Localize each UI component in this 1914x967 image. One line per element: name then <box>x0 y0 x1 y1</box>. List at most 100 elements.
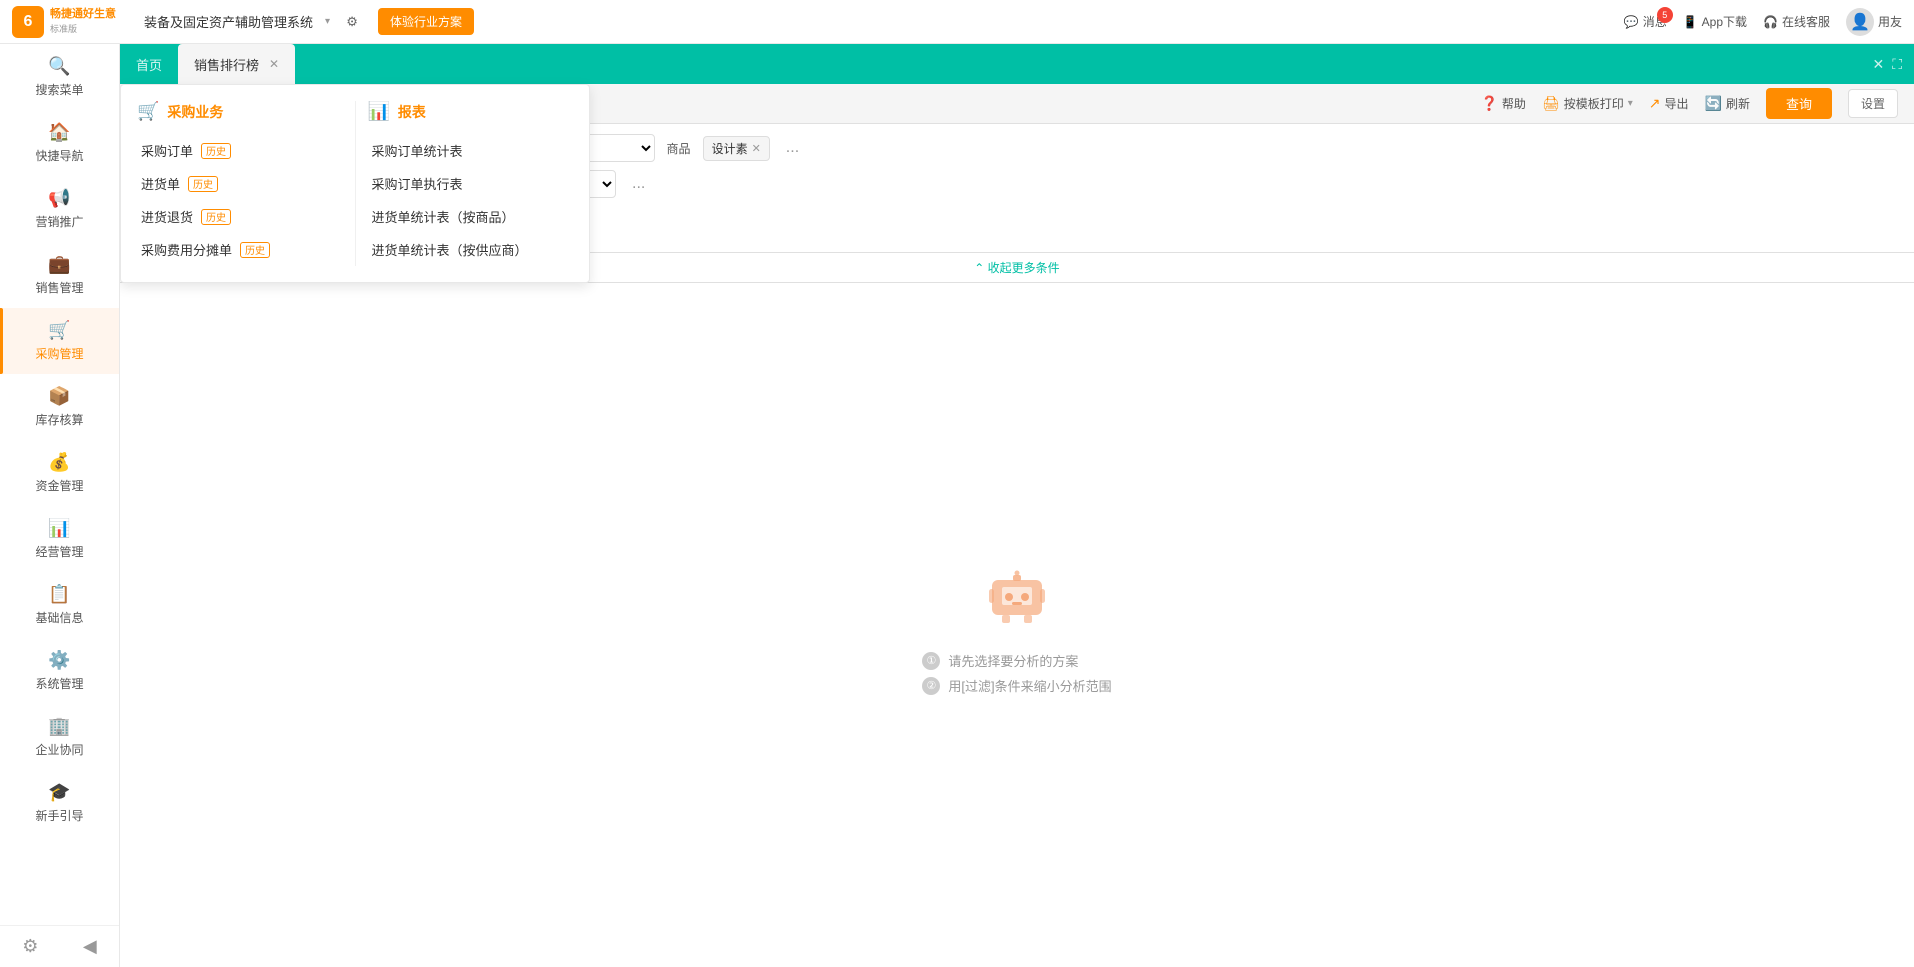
help-action[interactable]: ❓ 帮助 <box>1480 95 1525 112</box>
dropdown-item-purchase-fee[interactable]: 采购费用分摊单 历史 <box>137 233 343 266</box>
purchase-order-history-badge[interactable]: 历史 <box>201 143 231 159</box>
print-dropdown-icon[interactable]: ▾ <box>1628 98 1633 109</box>
notification-item[interactable]: 💬 消息 5 <box>1624 13 1667 30</box>
sidebar: 🔍 搜索菜单 🏠 快捷导航 📢 营销推广 💼 销售管理 🛒 采购管理 📦 库存核… <box>0 44 120 967</box>
newbie-icon: 🎓 <box>48 782 70 803</box>
help-icon: ❓ <box>1480 95 1497 112</box>
dropdown-item-goods-receipt[interactable]: 进货单 历史 <box>137 167 343 200</box>
refresh-icon: 🔄 <box>1705 95 1722 112</box>
export-action[interactable]: ↗ 导出 <box>1649 95 1689 112</box>
content-area: 首页 销售排行榜 ✕ ✕ ⛶ ❓ 帮助 🖨 按模板打印 ▾ <box>120 44 1914 967</box>
home-icon: 🏠 <box>48 122 70 143</box>
sidebar-collapse-button[interactable]: ◀ <box>83 936 97 957</box>
export-label: 导出 <box>1665 95 1689 112</box>
sales-icon: 💼 <box>48 254 70 275</box>
sidebar-item-sales[interactable]: 💼 销售管理 <box>0 242 119 308</box>
dropdown-item-goods-stat-by-goods[interactable]: 进货单统计表（按商品） <box>368 200 574 233</box>
goods-ellipsis[interactable]: ... <box>782 139 803 157</box>
purchase-fee-history-badge[interactable]: 历史 <box>240 242 270 258</box>
print-action[interactable]: 🖨 按模板打印 ▾ <box>1542 95 1633 112</box>
sidebar-item-purchase[interactable]: 🛒 采购管理 <box>0 308 119 374</box>
sidebar-item-inventory[interactable]: 📦 库存核算 <box>0 374 119 440</box>
system-settings-icon[interactable]: ⚙ <box>338 8 366 36</box>
sidebar-item-enterprise[interactable]: 🏢 企业协同 <box>0 704 119 770</box>
export-icon: ↗ <box>1649 95 1661 112</box>
tab-sales-ranking[interactable]: 销售排行榜 ✕ <box>178 44 295 84</box>
online-service-item[interactable]: 🎧 在线客服 <box>1763 13 1830 30</box>
industry-button[interactable]: 体验行业方案 <box>378 8 474 35</box>
empty-illustration <box>977 555 1057 635</box>
sidebar-item-quick-nav[interactable]: 🏠 快捷导航 <box>0 110 119 176</box>
main-content: ① 请先选择要分析的方案 ② 用[过滤]条件来缩小分析范围 <box>120 283 1914 967</box>
sidebar-label-operations: 经营管理 <box>35 543 83 560</box>
refresh-action[interactable]: 🔄 刷新 <box>1705 95 1750 112</box>
tab-close-all-icon[interactable]: ✕ <box>1872 56 1884 73</box>
logo-text-area: 畅捷通好生意 标准版 <box>50 8 116 34</box>
salesman-ellipsis[interactable]: ... <box>628 175 649 193</box>
goods-tag-close[interactable]: ✕ <box>752 142 761 155</box>
sidebar-label-marketing: 营销推广 <box>35 213 83 230</box>
system-icon: ⚙️ <box>48 650 70 671</box>
sidebar-item-marketing[interactable]: 📢 营销推广 <box>0 176 119 242</box>
tip-number-2: ② <box>922 677 940 695</box>
tip-text-1: 请先选择要分析的方案 <box>948 651 1078 670</box>
sidebar-label-enterprise: 企业协同 <box>35 741 83 758</box>
sidebar-label-finance: 资金管理 <box>35 477 83 494</box>
marketing-icon: 📢 <box>48 188 70 209</box>
refresh-label: 刷新 <box>1726 95 1750 112</box>
mobile-icon: 📱 <box>1683 15 1698 29</box>
top-header: 6 畅捷通好生意 标准版 装备及固定资产辅助管理系统 ▾ ⚙ 体验行业方案 💬 … <box>0 0 1914 44</box>
sidebar-item-finance[interactable]: 💰 资金管理 <box>0 440 119 506</box>
finance-icon: 💰 <box>48 452 70 473</box>
message-icon: 💬 <box>1624 15 1639 29</box>
dropdown-item-goods-stat-by-supplier[interactable]: 进货单统计表（按供应商） <box>368 233 574 266</box>
dropdown-menu: 🛒 采购业务 采购订单 历史 进货单 历史 进货退货 历史 <box>120 84 590 283</box>
settings-small-button[interactable]: 设置 <box>1848 89 1898 118</box>
system-title-dropdown-icon[interactable]: ▾ <box>325 16 330 27</box>
sidebar-item-operations[interactable]: 📊 经营管理 <box>0 506 119 572</box>
goods-stat-by-goods-label: 进货单统计表（按商品） <box>372 207 515 226</box>
logo-area: 6 畅捷通好生意 标准版 <box>12 6 132 38</box>
sidebar-label-purchase: 采购管理 <box>35 345 83 362</box>
sidebar-label-inventory: 库存核算 <box>35 411 83 428</box>
tab-maximize-icon[interactable]: ⛶ <box>1892 56 1902 73</box>
logo-main: 畅捷通好生意 <box>50 8 116 21</box>
purchase-order-exec-label: 采购订单执行表 <box>372 174 463 193</box>
dropdown-item-goods-return[interactable]: 进货退货 历史 <box>137 200 343 233</box>
sidebar-item-system[interactable]: ⚙️ 系统管理 <box>0 638 119 704</box>
dropdown-purchase-header: 🛒 采购业务 <box>137 101 343 122</box>
dropdown-item-purchase-order[interactable]: 采购订单 历史 <box>137 134 343 167</box>
sidebar-item-newbie[interactable]: 🎓 新手引导 <box>0 770 119 836</box>
tip-number-1: ① <box>922 652 940 670</box>
dropdown-item-purchase-order-stat[interactable]: 采购订单统计表 <box>368 134 574 167</box>
goods-return-history-badge[interactable]: 历史 <box>201 209 231 225</box>
tab-bar: 首页 销售排行榜 ✕ ✕ ⛶ <box>120 44 1914 84</box>
purchase-header-title: 采购业务 <box>167 102 223 122</box>
operations-icon: 📊 <box>48 518 70 539</box>
tab-sales-ranking-close[interactable]: ✕ <box>269 57 279 71</box>
user-item[interactable]: 👤 用友 <box>1846 8 1902 36</box>
empty-state: ① 请先选择要分析的方案 ② 用[过滤]条件来缩小分析范围 <box>922 555 1111 695</box>
app-download-item[interactable]: 📱 App下载 <box>1683 13 1747 30</box>
goods-label: 商品 <box>667 140 691 157</box>
app-download-label: App下载 <box>1702 13 1747 30</box>
sidebar-settings-button[interactable]: ⚙ <box>22 936 38 957</box>
header-actions: 💬 消息 5 📱 App下载 🎧 在线客服 👤 用友 <box>1624 8 1902 36</box>
purchase-fee-label: 采购费用分摊单 <box>141 240 232 259</box>
logo-icon: 6 <box>12 6 44 38</box>
sidebar-label-search: 搜索菜单 <box>35 81 83 98</box>
sidebar-label-quick-nav: 快捷导航 <box>35 147 83 164</box>
sidebar-item-basic-info[interactable]: 📋 基础信息 <box>0 572 119 638</box>
query-button[interactable]: 查询 <box>1766 88 1832 119</box>
sidebar-label-basic-info: 基础信息 <box>35 609 83 626</box>
purchase-icon: 🛒 <box>48 320 70 341</box>
dropdown-item-purchase-order-exec[interactable]: 采购订单执行表 <box>368 167 574 200</box>
goods-receipt-history-badge[interactable]: 历史 <box>188 176 218 192</box>
sidebar-item-search[interactable]: 🔍 搜索菜单 <box>0 44 119 110</box>
sidebar-label-sales: 销售管理 <box>35 279 83 296</box>
tab-home[interactable]: 首页 <box>120 44 178 84</box>
print-label: 按模板打印 <box>1564 95 1624 112</box>
report-header-icon: 📊 <box>368 101 390 122</box>
print-icon: 🖨 <box>1542 95 1560 112</box>
tip-text-2: 用[过滤]条件来缩小分析范围 <box>948 676 1111 695</box>
